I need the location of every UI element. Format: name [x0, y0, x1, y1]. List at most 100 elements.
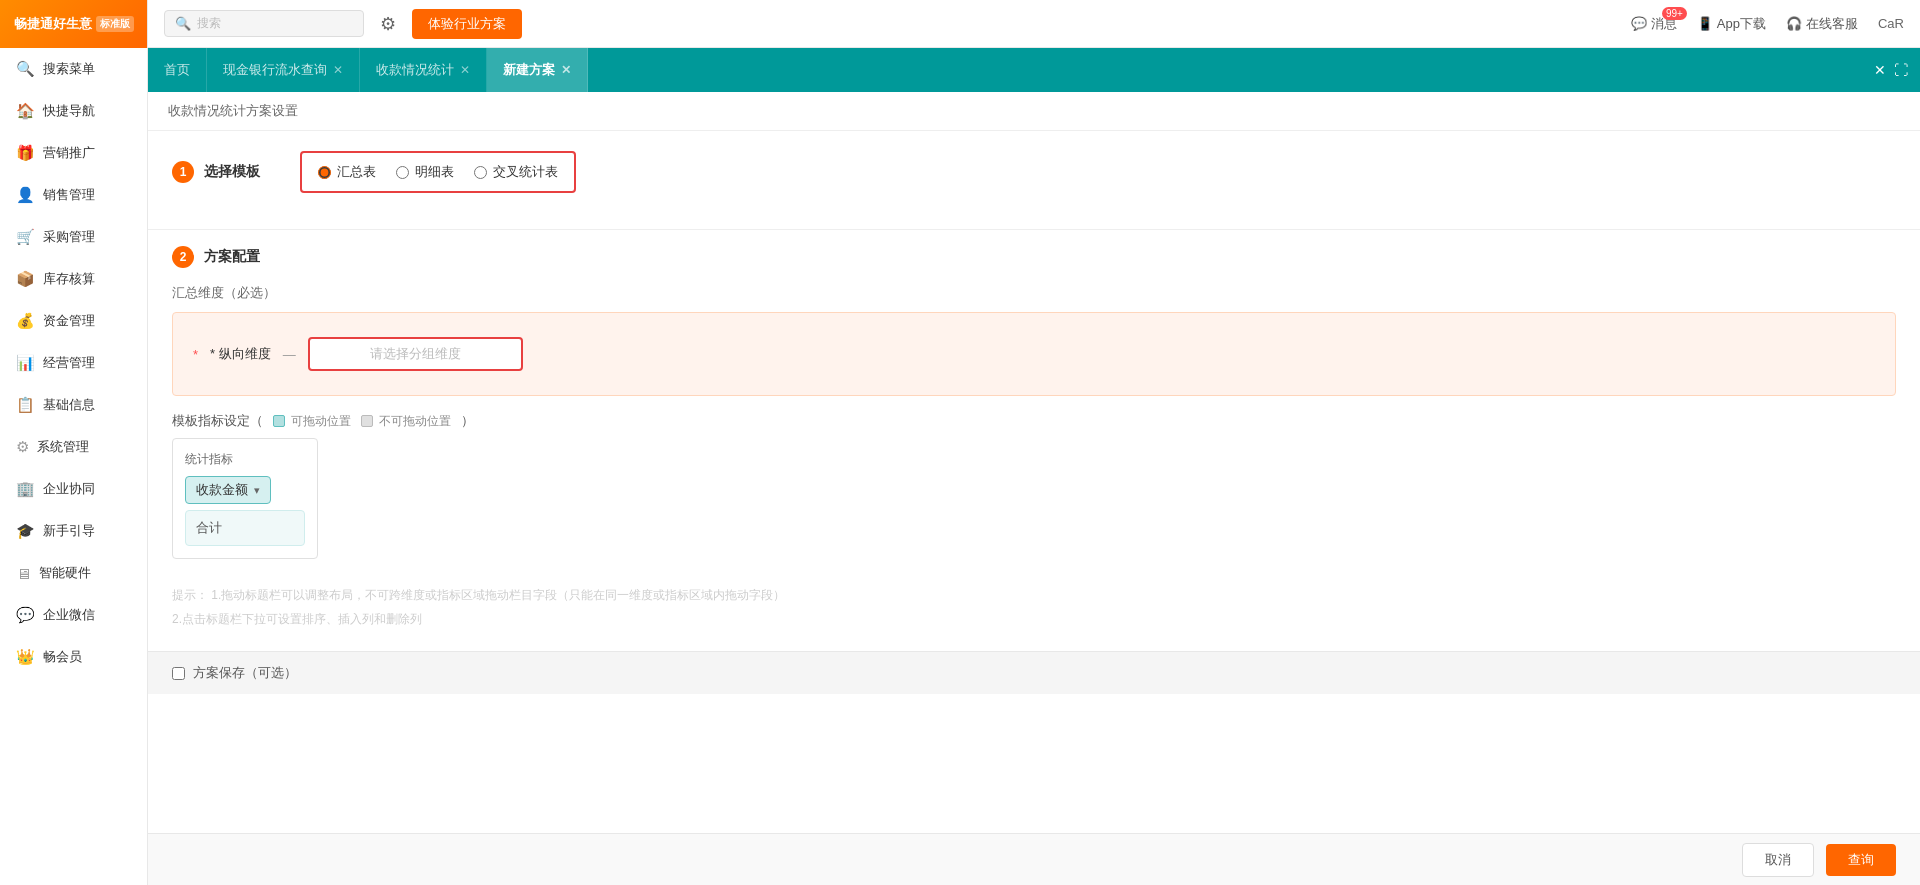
tab-payment-stat-close[interactable]: ✕ — [460, 63, 470, 77]
metrics-tag-payment[interactable]: 收款金额 ▾ — [185, 476, 271, 504]
search-icon: 🔍 — [175, 16, 191, 31]
tab-payment-stat[interactable]: 收款情况统计 ✕ — [360, 48, 487, 92]
online-service-label: 在线客服 — [1806, 15, 1858, 33]
radio-cross[interactable]: 交叉统计表 — [474, 163, 558, 181]
fixed-label: 不可拖动位置 — [379, 413, 451, 430]
radio-summary-label: 汇总表 — [337, 163, 376, 181]
logo-text: 畅捷通好生意 — [14, 15, 92, 33]
maximize-icon[interactable]: ⛶ — [1894, 62, 1908, 78]
tab-bank-flow[interactable]: 现金银行流水查询 ✕ — [207, 48, 360, 92]
step1-num: 1 — [172, 161, 194, 183]
sidebar-item-label: 畅会员 — [43, 648, 82, 666]
sidebar-item-label: 销售管理 — [43, 186, 95, 204]
box-icon: 📦 — [16, 270, 35, 288]
query-button[interactable]: 查询 — [1826, 844, 1896, 876]
radio-summary-input[interactable] — [318, 166, 331, 179]
sidebar-item-hardware[interactable]: 🖥 智能硬件 — [0, 552, 147, 594]
hardware-icon: 🖥 — [16, 565, 31, 582]
sidebar-item-label: 智能硬件 — [39, 564, 91, 582]
sidebar-item-system[interactable]: ⚙ 系统管理 — [0, 426, 147, 468]
hint-area: 提示： 1.拖动标题栏可以调整布局，不可跨维度或指标区域拖动栏目字段（只能在同一… — [172, 583, 1896, 631]
wechat-icon: 💬 — [16, 606, 35, 624]
sidebar-item-label: 系统管理 — [37, 438, 89, 456]
sidebar-item-sales[interactable]: 👤 销售管理 — [0, 174, 147, 216]
headset-icon: 🎧 — [1786, 16, 1802, 31]
sidebar-item-purchase[interactable]: 🛒 采购管理 — [0, 216, 147, 258]
sidebar-item-wechat[interactable]: 💬 企业微信 — [0, 594, 147, 636]
main-area: 🔍 搜索 ⚙ 体验行业方案 💬 消息 99+ 📱 App下载 🎧 在线客服 Ca… — [148, 0, 1920, 885]
metrics-tag-label: 收款金额 — [196, 481, 248, 499]
step2-label: 2 方案配置 — [172, 246, 1896, 268]
sidebar: 畅捷通好生意 标准版 🔍 搜索菜单 🏠 快捷导航 🎁 营销推广 👤 销售管理 🛒… — [0, 0, 148, 885]
sidebar-item-quick-nav[interactable]: 🏠 快捷导航 — [0, 90, 147, 132]
online-service-link[interactable]: 🎧 在线客服 — [1786, 15, 1858, 33]
tab-new-plan-close[interactable]: ✕ — [561, 63, 571, 77]
cancel-button[interactable]: 取消 — [1742, 843, 1814, 877]
search-menu-icon: 🔍 — [16, 60, 35, 78]
sidebar-item-base-info[interactable]: 📋 基础信息 — [0, 384, 147, 426]
sidebar-item-guide[interactable]: 🎓 新手引导 — [0, 510, 147, 552]
sidebar-item-finance[interactable]: 💰 资金管理 — [0, 300, 147, 342]
tab-home[interactable]: 首页 — [148, 48, 207, 92]
sidebar-item-search-menu[interactable]: 🔍 搜索菜单 — [0, 48, 147, 90]
settings-gear-icon[interactable]: ⚙ — [380, 13, 396, 35]
step1-label: 1 选择模板 汇总表 明细表 交叉统计表 — [172, 151, 1896, 193]
sidebar-item-operations[interactable]: 📊 经营管理 — [0, 342, 147, 384]
notification-badge: 99+ — [1662, 7, 1687, 20]
notification-icon: 💬 — [1631, 16, 1647, 31]
breadcrumb: 收款情况统计方案设置 — [148, 92, 1920, 131]
metrics-section: 模板指标设定（ 可拖动位置 不可拖动位置 ） 统计指标 — [172, 412, 1896, 559]
radio-cross-input[interactable] — [474, 166, 487, 179]
radio-detail-label: 明细表 — [415, 163, 454, 181]
topbar-search[interactable]: 🔍 搜索 — [164, 10, 364, 37]
sidebar-item-label: 采购管理 — [43, 228, 95, 246]
sidebar-item-label: 快捷导航 — [43, 102, 95, 120]
tab-new-plan-label: 新建方案 — [503, 61, 555, 79]
app-download-link[interactable]: 📱 App下载 — [1697, 15, 1766, 33]
metrics-label-row: 模板指标设定（ 可拖动位置 不可拖动位置 ） — [172, 412, 1896, 430]
sidebar-item-label: 新手引导 — [43, 522, 95, 540]
tab-bank-flow-label: 现金银行流水查询 — [223, 61, 327, 79]
tab-bank-flow-close[interactable]: ✕ — [333, 63, 343, 77]
tab-home-label: 首页 — [164, 61, 190, 79]
close-all-icon[interactable]: ✕ — [1874, 62, 1886, 78]
save-label[interactable]: 方案保存（可选） — [193, 664, 297, 682]
sidebar-item-label: 企业微信 — [43, 606, 95, 624]
gift-icon: 🎁 — [16, 144, 35, 162]
radio-summary[interactable]: 汇总表 — [318, 163, 376, 181]
arrow-icon: — — [283, 347, 296, 362]
cart-icon: 🛒 — [16, 228, 35, 246]
topbar: 🔍 搜索 ⚙ 体验行业方案 💬 消息 99+ 📱 App下载 🎧 在线客服 Ca… — [148, 0, 1920, 48]
step2-section: 2 方案配置 汇总维度（必选） * * 纵向维度 — 请选择分组维度 — [148, 246, 1920, 651]
money-icon: 💰 — [16, 312, 35, 330]
tab-new-plan[interactable]: 新建方案 ✕ — [487, 48, 588, 92]
radio-detail-input[interactable] — [396, 166, 409, 179]
sidebar-item-label: 企业协同 — [43, 480, 95, 498]
step1-section: 1 选择模板 汇总表 明细表 交叉统计表 — [148, 131, 1920, 229]
sidebar-item-member[interactable]: 👑 畅会员 — [0, 636, 147, 678]
fixed-legend: 不可拖动位置 — [361, 413, 451, 430]
radio-detail[interactable]: 明细表 — [396, 163, 454, 181]
sidebar-item-label: 搜索菜单 — [43, 60, 95, 78]
fixed-dot — [361, 415, 373, 427]
sidebar-item-inventory[interactable]: 📦 库存核算 — [0, 258, 147, 300]
sidebar-item-label: 库存核算 — [43, 270, 95, 288]
tabbar-actions: ✕ ⛶ — [1862, 48, 1920, 92]
movable-label: 可拖动位置 — [291, 413, 351, 430]
dim-required-star: * — [193, 347, 198, 362]
trial-button[interactable]: 体验行业方案 — [412, 9, 522, 39]
search-placeholder-text: 搜索 — [197, 15, 221, 32]
sidebar-item-label: 基础信息 — [43, 396, 95, 414]
template-options-box: 汇总表 明细表 交叉统计表 — [300, 151, 576, 193]
sidebar-item-marketing[interactable]: 🎁 营销推广 — [0, 132, 147, 174]
step2-title: 方案配置 — [204, 248, 260, 266]
dim-select-box[interactable]: 请选择分组维度 — [308, 337, 523, 371]
app-download-label: App下载 — [1717, 15, 1766, 33]
person-icon: 👤 — [16, 186, 35, 204]
movable-legend: 可拖动位置 — [273, 413, 351, 430]
sidebar-item-enterprise[interactable]: 🏢 企业协同 — [0, 468, 147, 510]
clipboard-icon: 📋 — [16, 396, 35, 414]
save-checkbox[interactable] — [172, 667, 185, 680]
user-name: CaR — [1878, 16, 1904, 31]
notification-area[interactable]: 💬 消息 99+ — [1631, 15, 1677, 33]
